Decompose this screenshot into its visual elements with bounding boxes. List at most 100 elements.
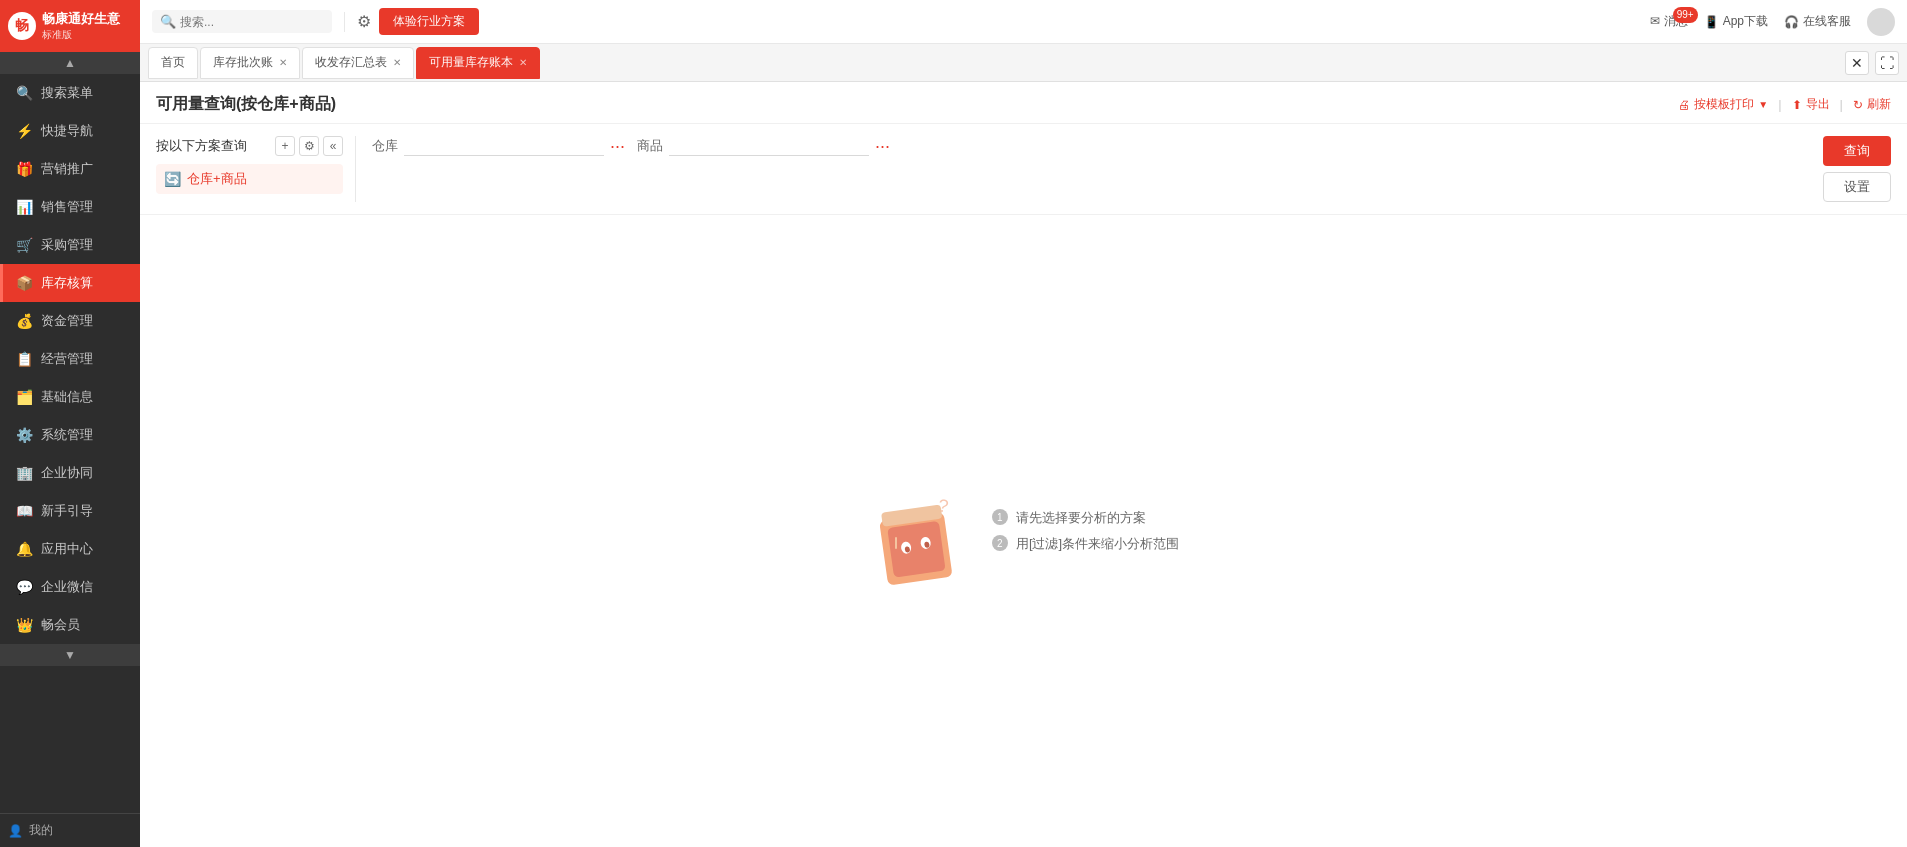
notification-count: 99+ [1673, 7, 1698, 23]
app-logo: 畅 [8, 12, 36, 40]
settings-btn[interactable]: 设置 [1823, 172, 1891, 202]
online-service-btn[interactable]: 🎧 在线客服 [1784, 13, 1851, 30]
main-area: 🔍 ⚙ 体验行业方案 ✉ 消息 99+ 📱 App下载 🎧 在线客服 首 [140, 0, 1907, 847]
building-icon: 🏢 [15, 465, 33, 481]
sidebar-item-marketing[interactable]: 🎁 营销推广 [0, 150, 140, 188]
sidebar: 畅 畅康通好生意 标准版 ▲ 🔍 搜索菜单 ⚡ 快捷导航 🎁 营销推广 📊 销售… [0, 0, 140, 847]
hint-num-2: 2 [992, 535, 1008, 551]
app-name-block: 畅康通好生意 标准版 [42, 11, 120, 41]
app-download-btn[interactable]: 📱 App下载 [1704, 13, 1768, 30]
goods-label: 商品 [637, 137, 663, 155]
tab-home[interactable]: 首页 [148, 47, 198, 79]
print-btn[interactable]: 🖨 按模板打印 ▼ [1678, 96, 1768, 113]
industry-btn[interactable]: 体验行业方案 [379, 8, 479, 35]
sidebar-item-system[interactable]: ⚙️ 系统管理 [0, 416, 140, 454]
sidebar-item-purchase[interactable]: 🛒 采购管理 [0, 226, 140, 264]
sidebar-item-inventory[interactable]: 📦 库存核算 [0, 264, 140, 302]
topbar-search-box[interactable]: 🔍 [152, 10, 332, 33]
sidebar-item-operations[interactable]: 📋 经营管理 [0, 340, 140, 378]
sidebar-item-member[interactable]: 👑 畅会员 [0, 606, 140, 644]
hint-text-1: 请先选择要分析的方案 [1016, 509, 1146, 527]
tab-summary[interactable]: 收发存汇总表 ✕ [302, 47, 414, 79]
crown-icon: 👑 [15, 617, 33, 633]
scheme-collapse-btn[interactable]: « [323, 136, 343, 156]
empty-hint-1: 1 请先选择要分析的方案 [992, 509, 1179, 527]
scheme-item-label: 仓库+商品 [187, 170, 247, 188]
sidebar-label-enterprise: 企业协同 [41, 464, 93, 482]
chat-icon: 💬 [15, 579, 33, 595]
search-icon: 🔍 [160, 14, 176, 29]
sidebar-item-sales[interactable]: 📊 销售管理 [0, 188, 140, 226]
filter-actions: 查询 设置 [1823, 136, 1891, 202]
scheme-panel: 按以下方案查询 + ⚙ « 🔄 仓库+商品 [156, 136, 356, 202]
tab-available[interactable]: 可用量库存账本 ✕ [416, 47, 540, 79]
sidebar-label-purchase: 采购管理 [41, 236, 93, 254]
gear-icon: ⚙️ [15, 427, 33, 443]
lightning-icon: ⚡ [15, 123, 33, 139]
empty-state: ? 1 请先选择要分析的方案 2 用[过滤]条件来缩小分析范围 [140, 215, 1907, 847]
empty-illustration: ? [868, 481, 968, 581]
settings-icon[interactable]: ⚙ [357, 12, 371, 31]
export-btn[interactable]: ⬆ 导出 [1792, 96, 1830, 113]
scheme-settings-btn[interactable]: ⚙ [299, 136, 319, 156]
tab-batch[interactable]: 库存批次账 ✕ [200, 47, 300, 79]
cart-icon: 🛒 [15, 237, 33, 253]
action-divider-1: | [1778, 97, 1781, 112]
query-btn[interactable]: 查询 [1823, 136, 1891, 166]
tab-expand-btn[interactable]: ⛶ [1875, 51, 1899, 75]
tab-close-summary[interactable]: ✕ [393, 57, 401, 68]
sidebar-label-quick-nav: 快捷导航 [41, 122, 93, 140]
empty-svg: ? [868, 486, 968, 596]
refresh-btn[interactable]: ↻ 刷新 [1853, 96, 1891, 113]
sidebar-item-search[interactable]: 🔍 搜索菜单 [0, 74, 140, 112]
tab-close-available[interactable]: ✕ [519, 57, 527, 68]
sidebar-label-finance: 资金管理 [41, 312, 93, 330]
sidebar-item-finance[interactable]: 💰 资金管理 [0, 302, 140, 340]
refresh-icon: ↻ [1853, 98, 1863, 112]
tab-close-btn[interactable]: ✕ [1845, 51, 1869, 75]
search-input[interactable] [180, 15, 300, 29]
sidebar-footer[interactable]: 👤 我的 [0, 813, 140, 847]
sidebar-item-newbie[interactable]: 📖 新手引导 [0, 492, 140, 530]
sidebar-item-wechat[interactable]: 💬 企业微信 [0, 568, 140, 606]
print-dropdown-icon: ▼ [1758, 99, 1768, 110]
sidebar-item-enterprise[interactable]: 🏢 企业协同 [0, 454, 140, 492]
scheme-add-btn[interactable]: + [275, 136, 295, 156]
sidebar-scroll-down[interactable]: ▼ [0, 644, 140, 666]
user-icon: 👤 [8, 824, 23, 838]
print-icon: 🖨 [1678, 98, 1690, 112]
warehouse-more-btn[interactable]: ··· [610, 137, 625, 155]
app-title: 畅康通好生意 [42, 11, 120, 28]
tabbar: 首页 库存批次账 ✕ 收发存汇总表 ✕ 可用量库存账本 ✕ ✕ ⛶ [140, 44, 1907, 82]
sidebar-label-operations: 经营管理 [41, 350, 93, 368]
sidebar-label-app-center: 应用中心 [41, 540, 93, 558]
tab-actions: ✕ ⛶ [1845, 51, 1899, 75]
page-content: 可用量查询(按仓库+商品) 🖨 按模板打印 ▼ | ⬆ 导出 | ↻ 刷新 [140, 82, 1907, 847]
sidebar-item-quick-nav[interactable]: ⚡ 快捷导航 [0, 112, 140, 150]
warehouse-filter-field: 仓库 ··· [372, 136, 625, 156]
topbar-divider [344, 12, 345, 32]
query-area: 按以下方案查询 + ⚙ « 🔄 仓库+商品 仓库 ··· [140, 124, 1907, 215]
scheme-label: 按以下方案查询 [156, 137, 247, 155]
svg-text:?: ? [936, 495, 949, 516]
user-avatar[interactable] [1867, 8, 1895, 36]
hint-text-2: 用[过滤]条件来缩小分析范围 [1016, 535, 1179, 553]
page-actions: 🖨 按模板打印 ▼ | ⬆ 导出 | ↻ 刷新 [1678, 96, 1891, 113]
tab-close-batch[interactable]: ✕ [279, 57, 287, 68]
goods-input[interactable] [669, 136, 869, 156]
goods-more-btn[interactable]: ··· [875, 137, 890, 155]
filter-area: 仓库 ··· 商品 ··· 查询 设置 [356, 136, 1891, 202]
scheme-item-icon: 🔄 [164, 171, 181, 187]
page-header: 可用量查询(按仓库+商品) 🖨 按模板打印 ▼ | ⬆ 导出 | ↻ 刷新 [140, 82, 1907, 124]
warehouse-input[interactable] [404, 136, 604, 156]
sidebar-scroll-up[interactable]: ▲ [0, 52, 140, 74]
search-icon: 🔍 [15, 85, 33, 101]
scheme-item-warehouse-goods[interactable]: 🔄 仓库+商品 [156, 164, 343, 194]
notification-btn[interactable]: ✉ 消息 99+ [1650, 13, 1687, 30]
sidebar-label-sales: 销售管理 [41, 198, 93, 216]
book-icon: 📖 [15, 503, 33, 519]
sidebar-item-app-center[interactable]: 🔔 应用中心 [0, 530, 140, 568]
sidebar-item-basic[interactable]: 🗂️ 基础信息 [0, 378, 140, 416]
headset-icon: 🎧 [1784, 15, 1799, 29]
warehouse-label: 仓库 [372, 137, 398, 155]
